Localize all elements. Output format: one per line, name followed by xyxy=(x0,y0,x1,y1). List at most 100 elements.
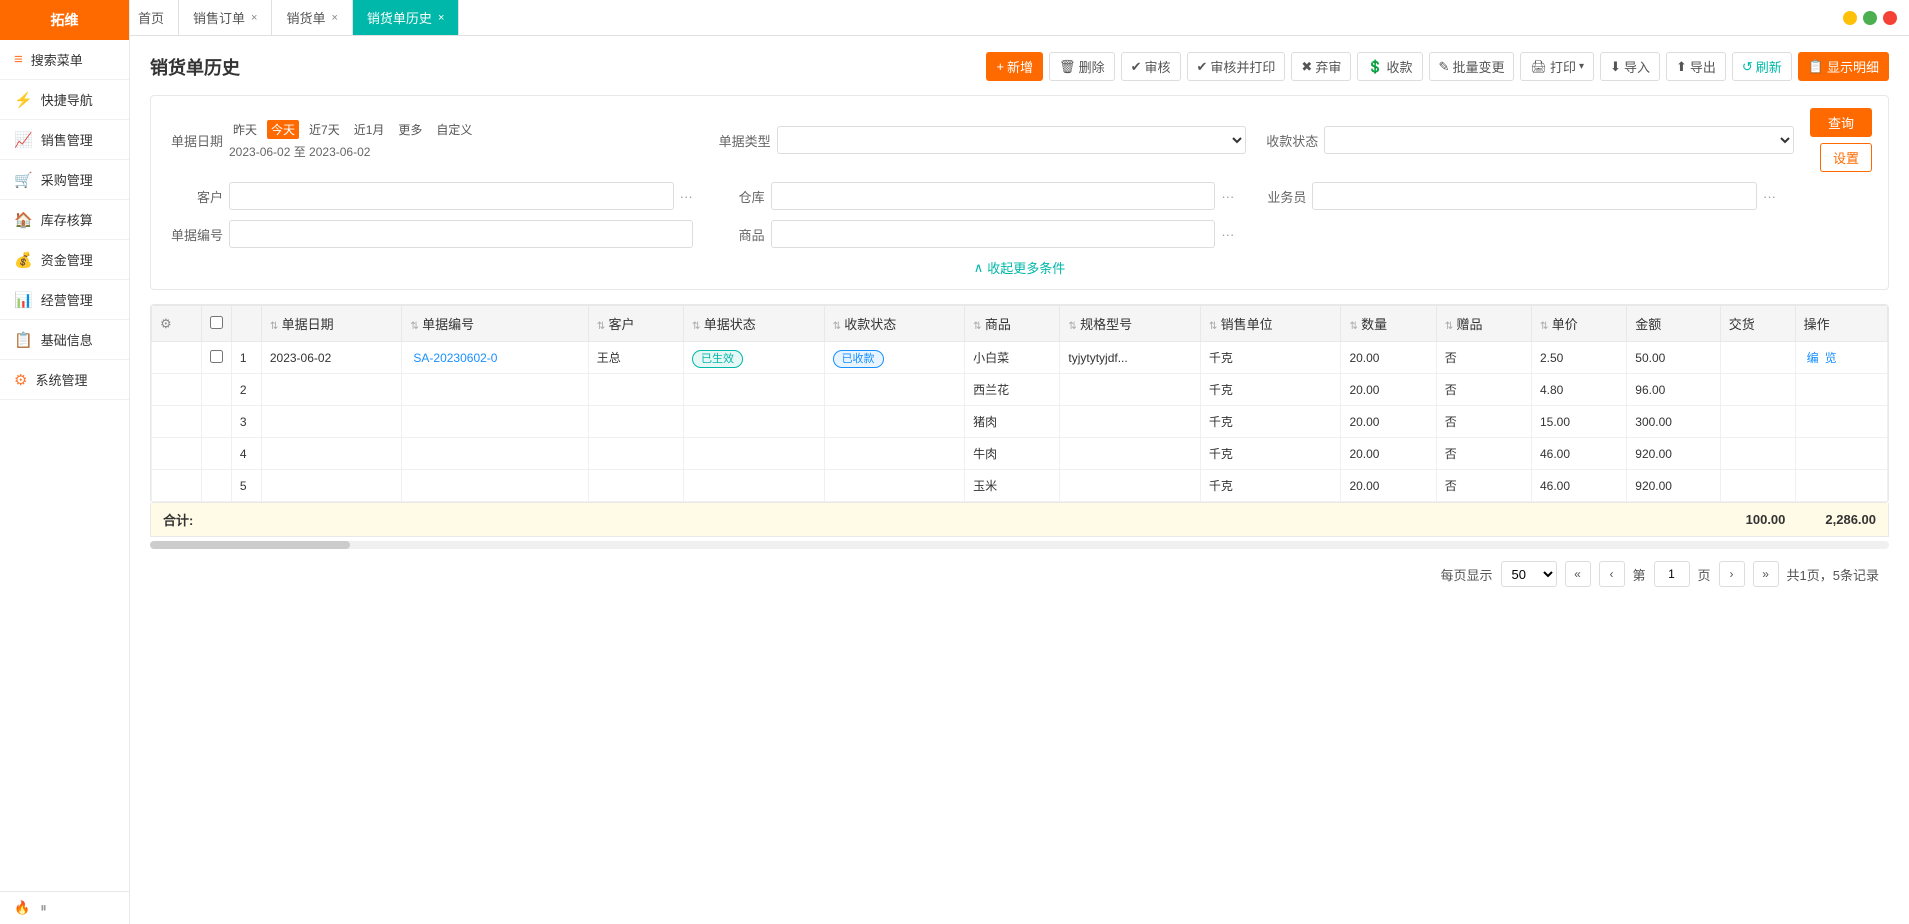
import-button[interactable]: ⬇ 导入 xyxy=(1600,52,1660,81)
tab-sales-goods-close[interactable]: × xyxy=(331,12,337,24)
filter-warehouse-input[interactable] xyxy=(771,182,1216,210)
filter-type-label: 单据类型 xyxy=(715,131,771,150)
filter-type-item: 单据类型 xyxy=(715,126,1247,154)
refresh-button[interactable]: ↺ 刷新 xyxy=(1732,52,1792,81)
tab-sales-history-label: 销货单历史 xyxy=(367,8,432,27)
row-checkbox[interactable] xyxy=(210,350,223,363)
audit-button[interactable]: ✔ 审核 xyxy=(1121,52,1181,81)
cell-amount: 920.00 xyxy=(1627,438,1720,470)
query-button[interactable]: 查询 xyxy=(1810,108,1872,137)
cell-doc-num: SA-20230602-0 xyxy=(402,342,588,374)
tab-sales-goods[interactable]: 销货单 × xyxy=(272,0,352,35)
collect-button[interactable]: 💲 收款 xyxy=(1357,52,1422,81)
tab-sales-history-close[interactable]: × xyxy=(438,12,444,24)
filter-agent-input[interactable] xyxy=(1312,182,1757,210)
sidebar-item-quick-nav[interactable]: ⚡ 快捷导航 xyxy=(0,80,129,120)
summary-total-qty: 100.00 xyxy=(1746,512,1786,527)
sidebar-item-business-mgmt[interactable]: 📊 经营管理 xyxy=(0,280,129,320)
sidebar-item-label: 经营管理 xyxy=(41,290,93,309)
status-badge: 已收款 xyxy=(833,350,884,368)
filter-type-select[interactable] xyxy=(777,126,1247,154)
customer-picker-icon[interactable]: ··· xyxy=(680,189,693,204)
add-button[interactable]: + 新增 xyxy=(986,52,1043,81)
action-编辑[interactable]: 编 xyxy=(1807,351,1819,365)
tab-sales-order[interactable]: 销售订单 × xyxy=(179,0,272,35)
close-button[interactable] xyxy=(1883,11,1897,25)
sort-icon: ⇅ xyxy=(270,321,278,332)
sidebar-item-basic-info[interactable]: 📋 基础信息 xyxy=(0,320,129,360)
sort-icon: ⇅ xyxy=(597,321,605,332)
col-price[interactable]: ⇅ 单价 xyxy=(1532,306,1627,342)
page-label: 第 xyxy=(1633,565,1646,584)
horizontal-scrollbar[interactable] xyxy=(150,541,1889,549)
first-page-button[interactable]: « xyxy=(1565,561,1591,587)
sidebar-item-system-mgmt[interactable]: ⚙ 系统管理 xyxy=(0,360,129,400)
cell-customer xyxy=(588,470,683,502)
sidebar-item-search[interactable]: ≡ 搜索菜单 xyxy=(0,40,129,80)
agent-picker-icon[interactable]: ··· xyxy=(1763,189,1776,204)
cell-settings xyxy=(152,374,202,406)
sidebar-pause-icon[interactable]: ⏸ xyxy=(40,900,47,916)
cell-action: 编览 xyxy=(1795,342,1887,374)
date-tab-more[interactable]: 更多 xyxy=(394,120,426,139)
filter-pay-status-select[interactable] xyxy=(1324,126,1794,154)
col-unit[interactable]: ⇅ 销售单位 xyxy=(1200,306,1341,342)
cell-transaction xyxy=(1720,438,1795,470)
inventory-icon: 🏠 xyxy=(14,211,33,229)
sidebar-item-inventory[interactable]: 🏠 库存核算 xyxy=(0,200,129,240)
sidebar-item-finance[interactable]: 💰 资金管理 xyxy=(0,240,129,280)
select-all-checkbox[interactable] xyxy=(210,316,223,329)
discard-button[interactable]: ✖ 弃审 xyxy=(1291,52,1351,81)
cell-settings xyxy=(152,438,202,470)
date-tab-1month[interactable]: 近1月 xyxy=(350,120,389,139)
table-settings-icon[interactable]: ⚙ xyxy=(160,316,172,331)
col-qty[interactable]: ⇅ 数量 xyxy=(1341,306,1436,342)
col-pay-status[interactable]: ⇅ 收款状态 xyxy=(824,306,965,342)
page-number-input[interactable] xyxy=(1654,561,1690,587)
warehouse-picker-icon[interactable]: ··· xyxy=(1221,189,1234,204)
scroll-thumb[interactable] xyxy=(150,541,350,549)
col-customer[interactable]: ⇅ 客户 xyxy=(588,306,683,342)
print-button[interactable]: 🖨 打印 ▾ xyxy=(1520,52,1594,81)
minimize-button[interactable] xyxy=(1843,11,1857,25)
last-page-button[interactable]: » xyxy=(1753,561,1779,587)
page-size-select[interactable]: 50 100 200 xyxy=(1501,561,1557,587)
export-button[interactable]: ⬆ 导出 xyxy=(1666,52,1726,81)
col-doc-status[interactable]: ⇅ 单据状态 xyxy=(684,306,825,342)
doc-num-link[interactable]: SA-20230602-0 xyxy=(413,351,497,365)
tab-sales-order-close[interactable]: × xyxy=(251,12,257,24)
goods-picker-icon[interactable]: ··· xyxy=(1221,227,1234,242)
filter-docnum-input[interactable] xyxy=(229,220,693,248)
cell-qty: 20.00 xyxy=(1341,470,1436,502)
col-goods[interactable]: ⇅ 商品 xyxy=(965,306,1060,342)
delete-button[interactable]: 🗑 删除 xyxy=(1049,52,1115,81)
col-doc-date[interactable]: ⇅ 单据日期 xyxy=(261,306,402,342)
filter-goods-input[interactable] xyxy=(771,220,1216,248)
prev-page-button[interactable]: ‹ xyxy=(1599,561,1625,587)
collect-icon: 💲 xyxy=(1367,59,1383,75)
next-page-button[interactable]: › xyxy=(1719,561,1745,587)
collapse-button[interactable]: ∧ 收起更多条件 xyxy=(167,258,1872,277)
cell-customer xyxy=(588,438,683,470)
col-spec[interactable]: ⇅ 规格型号 xyxy=(1060,306,1201,342)
tab-sales-history[interactable]: 销货单历史 × xyxy=(353,0,459,35)
maximize-button[interactable] xyxy=(1863,11,1877,25)
sidebar-item-purchase-mgmt[interactable]: 🛒 采购管理 xyxy=(0,160,129,200)
date-tab-custom[interactable]: 自定义 xyxy=(432,120,476,139)
display-detail-button[interactable]: 📋 显示明细 xyxy=(1798,52,1889,81)
audit-print-button[interactable]: ✔ 审核并打印 xyxy=(1187,52,1286,81)
tab-home[interactable]: 首页 xyxy=(138,0,179,35)
cell-unit: 千克 xyxy=(1200,438,1341,470)
sidebar-item-sales-mgmt[interactable]: 📈 销售管理 xyxy=(0,120,129,160)
date-tab-today[interactable]: 今天 xyxy=(267,120,299,139)
batch-change-button[interactable]: ✎ 批量变更 xyxy=(1429,52,1515,81)
sidebar-fire-icon[interactable]: 🔥 xyxy=(14,900,30,916)
col-settings[interactable]: ⚙ xyxy=(152,306,202,342)
date-tab-yesterday[interactable]: 昨天 xyxy=(229,120,261,139)
date-tab-7days[interactable]: 近7天 xyxy=(305,120,344,139)
set-button[interactable]: 设置 xyxy=(1820,143,1872,172)
filter-customer-input[interactable] xyxy=(229,182,674,210)
action-详情[interactable]: 览 xyxy=(1825,351,1837,365)
col-gift[interactable]: ⇅ 赠品 xyxy=(1436,306,1531,342)
col-doc-num[interactable]: ⇅ 单据编号 xyxy=(402,306,588,342)
